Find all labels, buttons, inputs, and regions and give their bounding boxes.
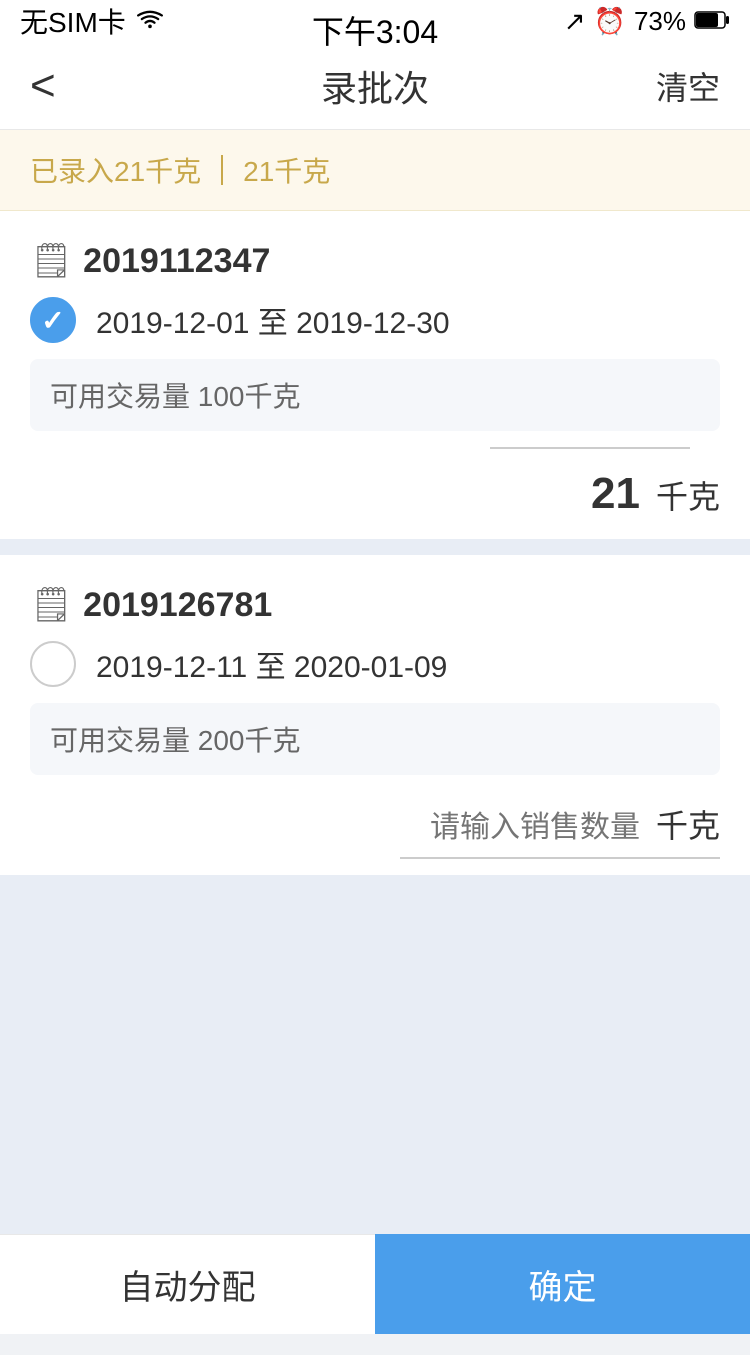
batch-icon-1: 🗒 (30, 241, 73, 281)
alarm-icon: ⏰ (594, 6, 626, 37)
batch-row-2: 2019-12-11 至 2020-01-09 (30, 641, 720, 687)
bottom-bar: 自动分配 确定 (0, 1234, 750, 1334)
input-unit-2: 千克 (656, 801, 720, 847)
recorded-amount-value: 21千克 (243, 150, 330, 190)
auto-distribute-button[interactable]: 自动分配 (0, 1234, 375, 1334)
status-bar: 无SIM卡 下午3:04 ↗ ⏰ 73% (0, 0, 750, 42)
radio-button-2[interactable] (30, 641, 76, 687)
batch-availability-2: 可用交易量 200千克 (30, 703, 720, 775)
status-left: 无SIM卡 (20, 1, 164, 41)
location-icon: ↗ (564, 6, 586, 37)
battery-icon (694, 6, 730, 37)
batch-number-2: 2019126781 (83, 586, 272, 625)
clear-button[interactable]: 清空 (656, 63, 720, 109)
nav-bar: < 录批次 清空 (0, 42, 750, 130)
batch-row-1: ✓ 2019-12-01 至 2019-12-30 (30, 297, 720, 343)
amount-unit-1: 千克 (656, 472, 720, 518)
amount-value-1: 21 (591, 469, 640, 519)
input-section-2: 千克 (0, 791, 750, 875)
radio-button-1[interactable]: ✓ (30, 297, 76, 343)
batch-card-1: 🗒 2019112347 ✓ 2019-12-01 至 2019-12-30 可… (0, 211, 750, 447)
section-divider (0, 539, 750, 555)
back-button[interactable]: < (30, 64, 56, 108)
quantity-input-2[interactable] (360, 811, 640, 845)
recorded-amount-label: 已录入21千克 (30, 150, 201, 190)
batch-header-2: 🗒 2019126781 (30, 585, 720, 625)
check-icon-1: ✓ (41, 304, 64, 337)
batch-availability-1: 可用交易量 100千克 (30, 359, 720, 431)
carrier-text: 无SIM卡 (20, 1, 126, 41)
page-title: 录批次 (321, 42, 429, 130)
batch-number-1: 2019112347 (83, 242, 270, 281)
confirm-button[interactable]: 确定 (375, 1234, 750, 1334)
info-banner: 已录入21千克 21千克 (0, 130, 750, 211)
batch-date-2: 2019-12-11 至 2020-01-09 (96, 642, 447, 686)
wifi-icon (136, 5, 164, 37)
batch-card-2: 🗒 2019126781 2019-12-11 至 2020-01-09 可用交… (0, 555, 750, 791)
gray-area (0, 875, 750, 1255)
banner-divider (221, 155, 223, 185)
status-right: ↗ ⏰ 73% (564, 6, 730, 37)
batch-date-1: 2019-12-01 至 2019-12-30 (96, 298, 450, 342)
batch-header-1: 🗒 2019112347 (30, 241, 720, 281)
amount-section-1: 21 千克 (0, 447, 750, 539)
battery-text: 73% (634, 6, 686, 37)
batch-icon-2: 🗒 (30, 585, 73, 625)
